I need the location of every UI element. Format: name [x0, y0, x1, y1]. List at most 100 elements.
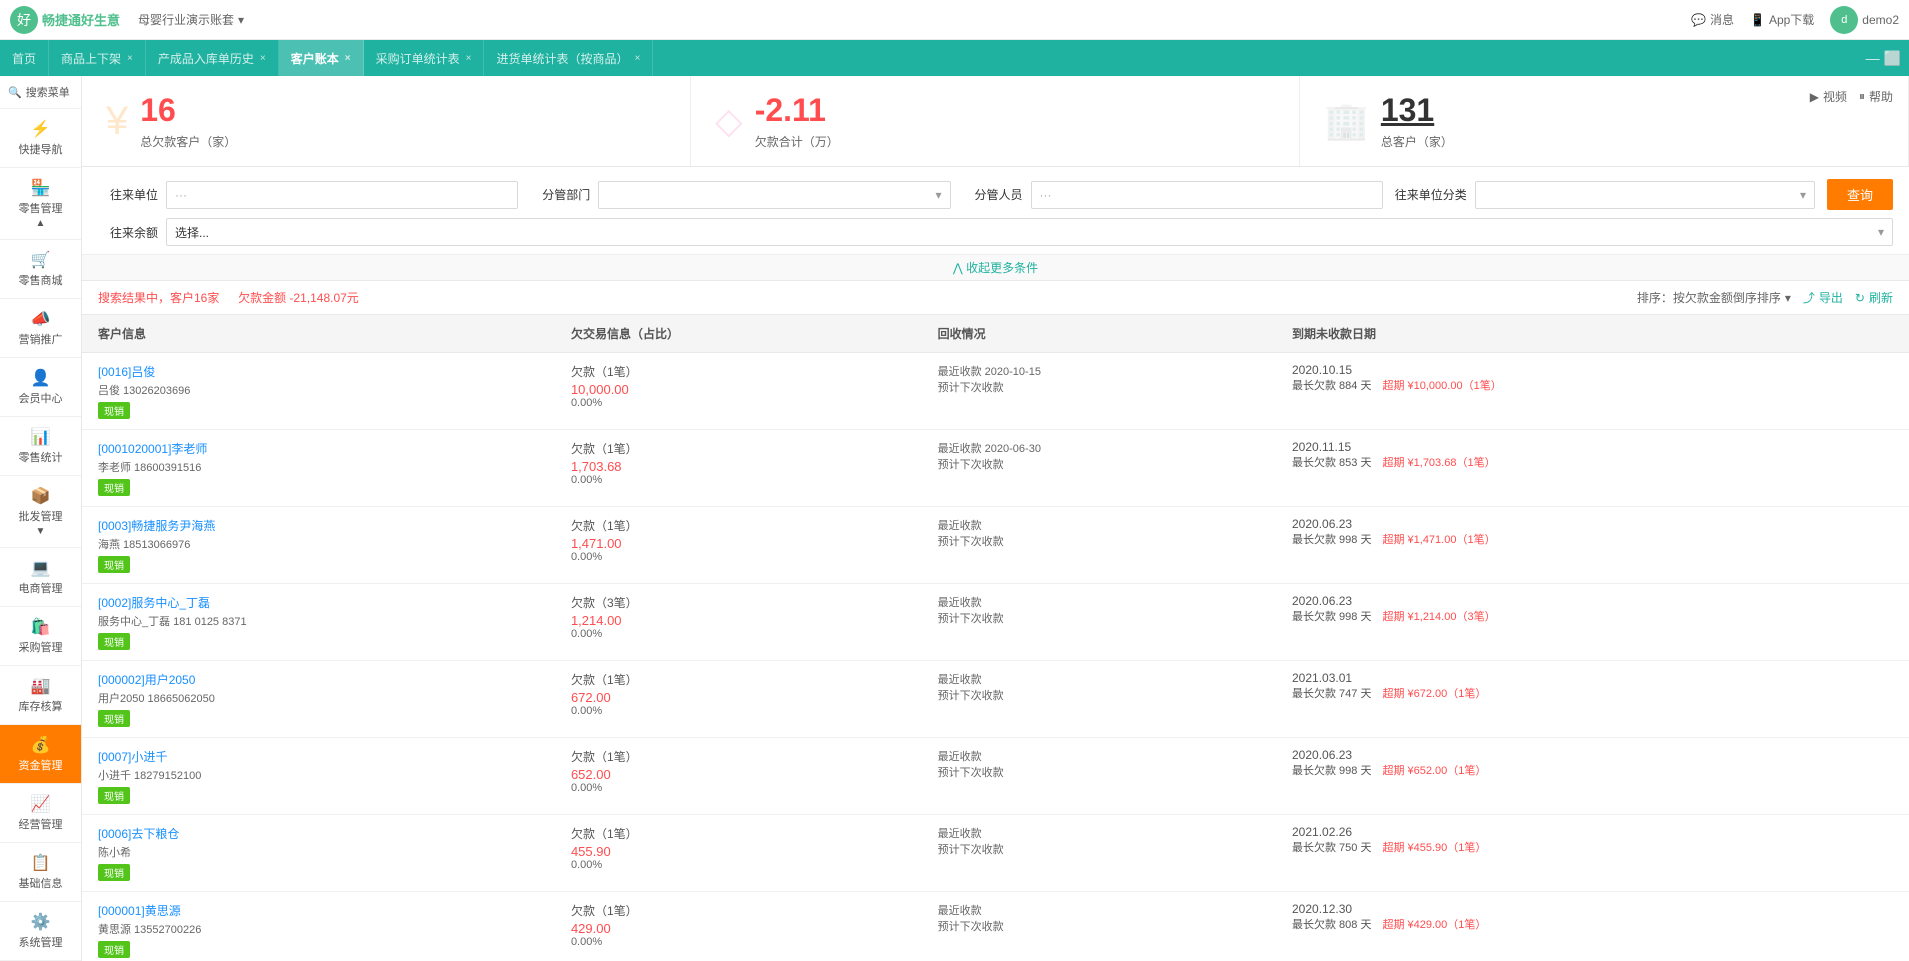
customer-tag-6: 现销	[98, 864, 130, 881]
sidebar-item-retail-mgmt[interactable]: 🏪 零售管理 ▲	[0, 168, 81, 240]
manager-input[interactable]: ···	[1031, 181, 1383, 209]
export-button[interactable]: ⤴ 导出	[1803, 289, 1843, 306]
filter-unit-category: 往来单位分类 ▾	[1395, 181, 1815, 209]
debt-amount-6[interactable]: 455.90	[571, 844, 906, 859]
sidebar-search[interactable]: 🔍 搜索菜单	[0, 76, 81, 109]
sidebar-item-basic-info[interactable]: 📋 基础信息	[0, 843, 81, 902]
inventory-icon: 🏭	[31, 676, 51, 696]
customer-name-7[interactable]: [000001]黄思源	[98, 902, 539, 919]
results-debt-label	[223, 291, 235, 305]
payback-recent-5: 最近收款	[938, 748, 1260, 764]
refresh-button[interactable]: ↻ 刷新	[1855, 289, 1893, 306]
help-icon: ⏸	[1859, 89, 1865, 104]
stat-card-credit-customers: ¥ 16 总欠款客户（家）	[82, 76, 691, 166]
sidebar-item-ops[interactable]: 📈 经营管理	[0, 784, 81, 843]
balance-label: 往来余额	[98, 224, 158, 241]
sidebar-item-inventory[interactable]: 🏭 库存核算	[0, 666, 81, 725]
sidebar-search-label: 搜索菜单	[26, 84, 70, 100]
balance-select[interactable]: 选择... ▾	[166, 218, 1893, 246]
debt-amount-3[interactable]: 1,214.00	[571, 613, 906, 628]
debt-amount-2[interactable]: 1,471.00	[571, 536, 906, 551]
export-label: 导出	[1819, 289, 1843, 306]
overdue-date-4: 2021.03.01	[1292, 671, 1893, 685]
help-button[interactable]: ⏸ 帮助	[1859, 88, 1893, 105]
sidebar-item-finance[interactable]: 💰 资金管理	[0, 725, 81, 784]
stat-label-credit-amount: 欠款合计（万）	[755, 133, 839, 150]
debt-amount-4[interactable]: 672.00	[571, 690, 906, 705]
sidebar-item-batch-mgmt[interactable]: 📦 批发管理 ▼	[0, 476, 81, 548]
sidebar-system-label: 系统管理	[19, 934, 63, 950]
customer-table: 客户信息 欠交易信息（占比） 回收情况 到期未收款日期 [0016]吕俊 吕俊 …	[82, 315, 1909, 961]
tab-purchase-order[interactable]: 采购订单统计表 ×	[364, 40, 485, 76]
from-unit-input[interactable]: ···	[166, 181, 518, 209]
message-icon: 💬	[1691, 13, 1706, 27]
message-button[interactable]: 💬 消息	[1691, 11, 1734, 28]
collapse-filter-bar[interactable]: ⋀ 收起更多条件	[82, 254, 1909, 280]
overdue-date-3: 2020.06.23	[1292, 594, 1893, 608]
sidebar-item-member[interactable]: 👤 会员中心	[0, 358, 81, 417]
table-row: [0001020001]李老师 李老师 18600391516 现销 欠款（1笔…	[82, 430, 1909, 507]
dept-select[interactable]: ▾	[598, 181, 950, 209]
company-name: 母婴行业演示账套	[138, 11, 234, 28]
sidebar-item-system[interactable]: ⚙️ 系统管理	[0, 902, 81, 961]
tab-close-stats-icon[interactable]: ×	[634, 53, 640, 64]
customer-name-1[interactable]: [0001020001]李老师	[98, 440, 539, 457]
overdue-days-5: 最长欠款 998 天 超期 ¥652.00（1笔）	[1292, 762, 1893, 778]
sidebar-member-label: 会员中心	[19, 390, 63, 406]
app-download-button[interactable]: 📱 App下载	[1750, 11, 1814, 28]
basic-info-icon: 📋	[31, 853, 51, 873]
customer-phone-2: 海燕 18513066976	[98, 536, 539, 552]
tab-close-product-icon[interactable]: ×	[127, 53, 133, 64]
customer-name-4[interactable]: [000002]用户2050	[98, 671, 539, 688]
cell-overdue-5: 2020.06.23 最长欠款 998 天 超期 ¥652.00（1笔）	[1276, 738, 1909, 815]
sidebar-item-ecommerce[interactable]: 💻 电商管理	[0, 548, 81, 607]
customer-name-0[interactable]: [0016]吕俊	[98, 363, 539, 380]
tab-customer-account[interactable]: 客户账本 ×	[279, 40, 364, 76]
sidebar-item-quick-nav[interactable]: ⚡ 快捷导航	[0, 109, 81, 168]
debt-percent-5: 0.00%	[571, 782, 906, 794]
sidebar-item-retail-mall[interactable]: 🛒 零售商城	[0, 240, 81, 299]
overdue-link-5[interactable]: 超期 ¥652.00（1笔）	[1382, 765, 1486, 777]
query-button[interactable]: 查询	[1827, 179, 1893, 210]
tab-close-customer-icon[interactable]: ×	[345, 53, 351, 64]
customer-name-3[interactable]: [0002]服务中心_丁磊	[98, 594, 539, 611]
overdue-link-0[interactable]: 超期 ¥10,000.00（1笔）	[1382, 380, 1501, 392]
manager-label: 分管人员	[963, 186, 1023, 203]
customer-tag-2: 现销	[98, 556, 130, 573]
unit-category-select[interactable]: ▾	[1475, 181, 1815, 209]
tab-close-purchase-icon[interactable]: ×	[466, 53, 472, 64]
sort-arrow-icon: ▾	[1785, 291, 1791, 305]
overdue-link-4[interactable]: 超期 ¥672.00（1笔）	[1382, 688, 1486, 700]
tab-product-on-off[interactable]: 商品上下架 ×	[49, 40, 146, 76]
debt-amount-0[interactable]: 10,000.00	[571, 382, 906, 397]
table-row: [0007]小进千 小进千 18279152100 现销 欠款（1笔） 652.…	[82, 738, 1909, 815]
debt-amount-5[interactable]: 652.00	[571, 767, 906, 782]
nav-minimize-icon[interactable]: —	[1866, 50, 1880, 67]
sort-selector[interactable]: 排序：按欠款金额倒序排序 ▾	[1637, 289, 1791, 306]
tab-home[interactable]: 首页	[0, 40, 49, 76]
from-unit-dots: ···	[175, 188, 187, 202]
customer-phone-6: 陈小希	[98, 844, 539, 860]
customer-phone-5: 小进千 18279152100	[98, 767, 539, 783]
nav-maximize-icon[interactable]: ⬜	[1884, 50, 1901, 67]
video-button[interactable]: ▶ 视频	[1810, 88, 1847, 105]
customer-name-5[interactable]: [0007]小进千	[98, 748, 539, 765]
tab-close-production-icon[interactable]: ×	[260, 53, 266, 64]
overdue-link-1[interactable]: 超期 ¥1,703.68（1笔）	[1382, 457, 1495, 469]
tab-purchase-stats[interactable]: 进货单统计表（按商品） ×	[484, 40, 653, 76]
customer-name-2[interactable]: [0003]畅捷服务尹海燕	[98, 517, 539, 534]
overdue-link-2[interactable]: 超期 ¥1,471.00（1笔）	[1382, 534, 1495, 546]
overdue-link-3[interactable]: 超期 ¥1,214.00（3笔）	[1382, 611, 1495, 623]
user-avatar-button[interactable]: d demo2	[1830, 6, 1899, 34]
sidebar-inventory-label: 库存核算	[19, 698, 63, 714]
overdue-link-7[interactable]: 超期 ¥429.00（1笔）	[1382, 919, 1486, 931]
sidebar-item-marketing[interactable]: 📣 营销推广	[0, 299, 81, 358]
debt-amount-7[interactable]: 429.00	[571, 921, 906, 936]
customer-name-6[interactable]: [0006]去下粮仓	[98, 825, 539, 842]
debt-amount-1[interactable]: 1,703.68	[571, 459, 906, 474]
sidebar-item-purchase[interactable]: 🛍️ 采购管理	[0, 607, 81, 666]
tab-production-history[interactable]: 产成品入库单历史 ×	[146, 40, 279, 76]
sidebar-item-retail-stats[interactable]: 📊 零售统计	[0, 417, 81, 476]
company-selector[interactable]: 母婴行业演示账套 ▾	[130, 11, 252, 28]
overdue-link-6[interactable]: 超期 ¥455.90（1笔）	[1382, 842, 1486, 854]
